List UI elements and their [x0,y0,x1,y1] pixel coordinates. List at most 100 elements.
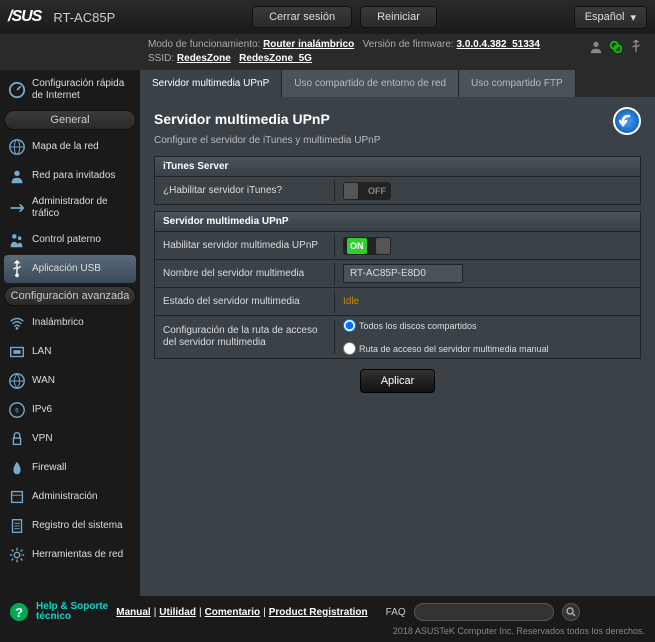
search-button[interactable] [562,603,580,621]
radio-manual-path[interactable]: Ruta de acceso del servidor multimedia m… [343,342,549,355]
sidebar-quick-setup[interactable]: Configuración rápida de Internet [4,73,136,107]
globe-icon [8,138,26,156]
tab-upnp-server[interactable]: Servidor multimedia UPnP [140,70,282,97]
radio-all-disks[interactable]: Todos los discos compartidos [343,319,477,332]
enable-upnp-toggle[interactable]: ON [343,237,391,255]
enable-itunes-toggle[interactable]: OFF [343,182,391,200]
parental-icon [8,231,26,249]
link-status-icon[interactable] [609,40,623,54]
firewall-icon [8,459,26,477]
radio-all-input[interactable] [343,319,356,332]
sidebar-item-label: Registro del sistema [32,520,123,532]
reboot-button[interactable]: Reiniciar [360,6,437,28]
main-content: Servidor multimedia UPnP Uso compartido … [140,70,655,596]
sidebar-firewall[interactable]: Firewall [4,454,136,482]
sidebar-vpn[interactable]: VPN [4,425,136,453]
sidebar-nettools[interactable]: Herramientas de red [4,541,136,569]
toggle-on-label: ON [347,238,367,254]
path-config-label: Configuración de la ruta de acceso del s… [155,320,335,354]
language-selector[interactable]: Español ▾ [574,6,647,29]
sidebar-network-map[interactable]: Mapa de la red [4,133,136,161]
section-upnp-header: Servidor multimedia UPnP [154,211,641,232]
fw-label: Versión de firmware: [363,39,454,50]
sidebar-item-label: Mapa de la red [32,141,99,153]
sidebar-general-header: General [4,110,136,130]
ssid-label: SSID: [148,53,174,64]
ssid2-value: RedesZone_5G [239,53,312,64]
help-text-2: técnico [36,612,108,622]
fw-value[interactable]: 3.0.0.4.382_51334 [457,39,540,50]
toggle-off-label: OFF [368,186,386,196]
sidebar-lan[interactable]: LAN [4,338,136,366]
section-itunes-header: iTunes Server [154,156,641,177]
tab-network-share[interactable]: Uso compartido de entorno de red [282,70,459,97]
sidebar-item-label: Administrador de tráfico [32,196,132,220]
server-status-value: Idle [343,296,359,307]
sidebar-traffic-manager[interactable]: Administrador de tráfico [4,191,136,225]
radio-manual-input[interactable] [343,342,356,355]
search-icon [566,607,576,617]
brand-logo: /SUS [8,8,41,26]
admin-icon [8,488,26,506]
wan-icon [8,372,26,390]
back-button[interactable] [613,107,641,135]
gauge-icon [8,81,26,99]
sidebar-wan[interactable]: WAN [4,367,136,395]
logout-button[interactable]: Cerrar sesión [252,6,352,28]
sidebar: Configuración rápida de Internet General… [0,70,140,596]
vpn-icon [8,430,26,448]
user-status-icon[interactable] [589,40,603,54]
server-status-label: Estado del servidor multimedia [155,291,335,313]
sidebar-admin[interactable]: Administración [4,483,136,511]
faq-link[interactable]: FAQ [386,607,406,618]
usb-icon [8,260,26,278]
sidebar-wireless[interactable]: Inalámbrico [4,309,136,337]
language-label: Español [585,11,625,23]
sidebar-item-label: Herramientas de red [32,549,123,561]
mode-value[interactable]: Router inalámbrico [263,39,354,50]
sidebar-usb-app[interactable]: Aplicación USB [4,255,136,283]
tools-icon [8,546,26,564]
log-icon [8,517,26,535]
sidebar-item-label: WAN [32,375,55,387]
footer-link-registration[interactable]: Product Registration [269,607,368,618]
sidebar-guest-network[interactable]: Red para invitados [4,162,136,190]
svg-text:6: 6 [15,408,19,415]
radio-manual-label: Ruta de acceso del servidor multimedia m… [359,344,549,354]
tabs: Servidor multimedia UPnP Uso compartido … [140,70,655,97]
footer-links: Manual | Utilidad | Comentario | Product… [116,607,367,618]
apply-button[interactable]: Aplicar [360,369,436,393]
copyright: 2018 ASUSTeK Computer Inc. Reservados to… [10,626,645,636]
sidebar-item-label: IPv6 [32,404,52,416]
page-title: Servidor multimedia UPnP [154,111,330,127]
sidebar-item-label: Configuración rápida de Internet [32,78,132,102]
server-name-input[interactable] [343,264,463,283]
footer-link-utility[interactable]: Utilidad [159,607,196,618]
sidebar-parental-control[interactable]: Control paterno [4,226,136,254]
server-name-label: Nombre del servidor multimedia [155,263,335,285]
sidebar-item-label: Aplicación USB [32,263,101,275]
guest-icon [8,167,26,185]
search-input[interactable] [414,603,554,621]
sidebar-item-label: Control paterno [32,234,101,246]
sidebar-item-label: Inalámbrico [32,317,84,329]
enable-itunes-label: ¿Habilitar servidor iTunes? [155,180,335,202]
sidebar-item-label: LAN [32,346,51,358]
sidebar-advanced-header: Configuración avanzada [4,286,136,306]
sidebar-item-label: Red para invitados [32,170,115,182]
usb-status-icon[interactable] [629,40,643,54]
sidebar-syslog[interactable]: Registro del sistema [4,512,136,540]
model-name: RT-AC85P [53,10,115,25]
chevron-down-icon: ▾ [630,11,636,24]
mode-label: Modo de funcionamiento: [148,39,260,50]
tab-ftp-share[interactable]: Uso compartido FTP [459,70,576,97]
sidebar-ipv6[interactable]: 6 IPv6 [4,396,136,424]
help-icon[interactable]: ? [10,603,28,621]
footer-link-manual[interactable]: Manual [116,607,150,618]
footer-link-feedback[interactable]: Comentario [205,607,261,618]
back-arrow-icon [619,113,635,129]
enable-upnp-label: Habilitar servidor multimedia UPnP [155,235,335,257]
page-description: Configure el servidor de iTunes y multim… [154,135,641,146]
lan-icon [8,343,26,361]
ssid1-value: RedesZone [177,53,231,64]
